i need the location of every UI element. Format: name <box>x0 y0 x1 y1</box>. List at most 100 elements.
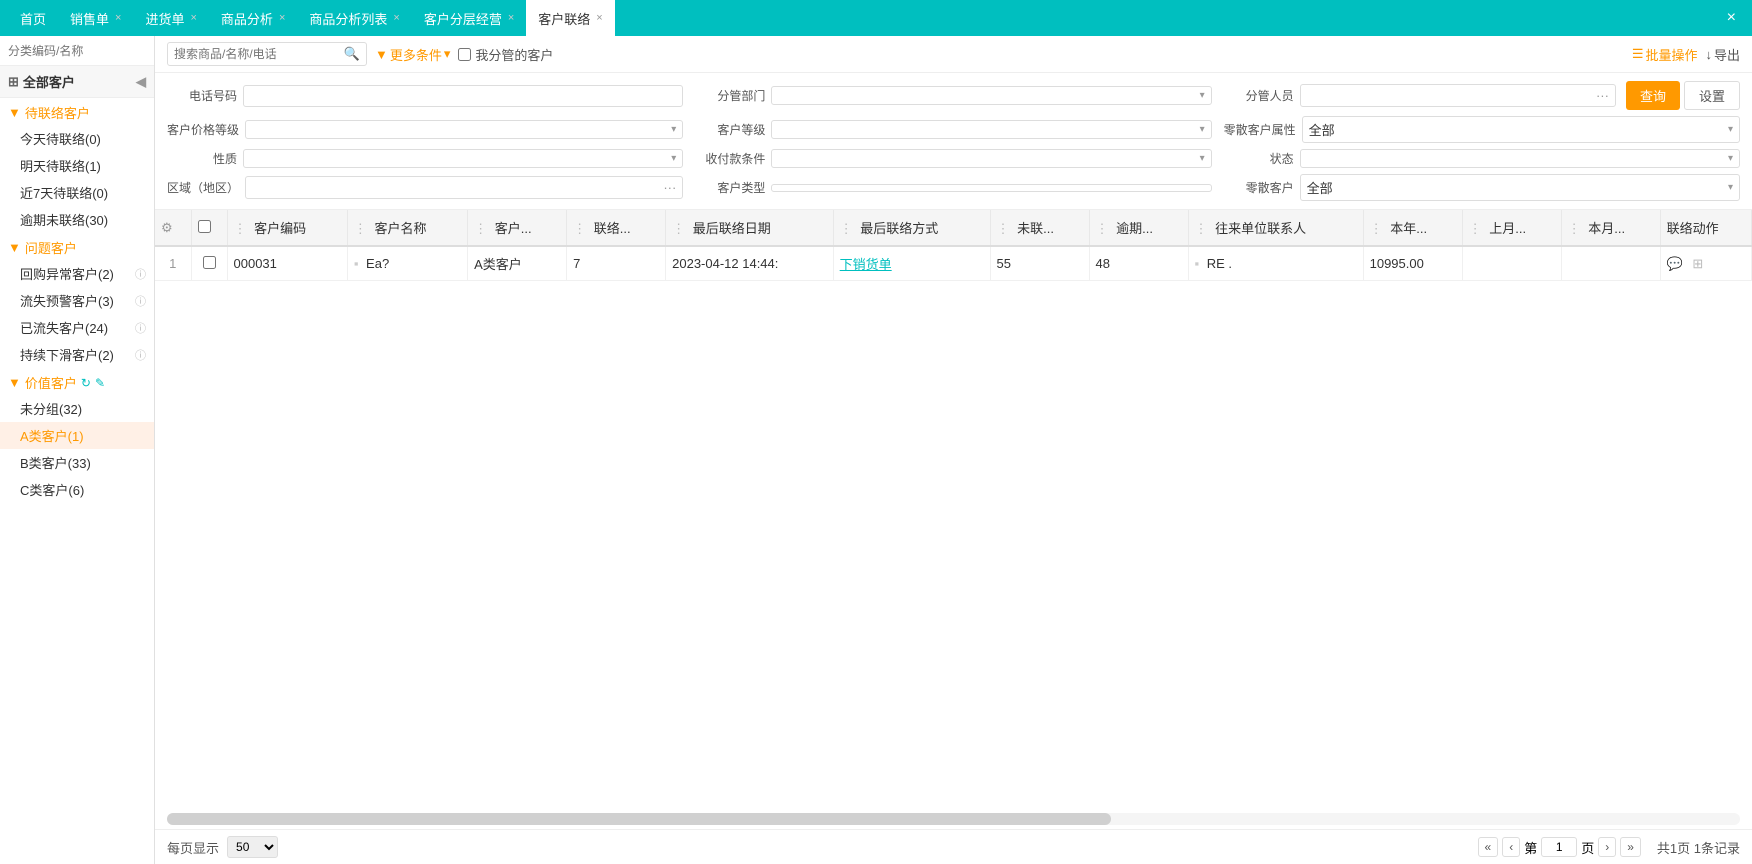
this-year-cell: 10995.00 <box>1363 246 1462 281</box>
customer-level-select[interactable]: ▾ <box>771 120 1211 139</box>
sidebar-item-abnormal-repurchase[interactable]: 回购异常客户(2) ⓘ <box>0 260 154 287</box>
group-value-customers[interactable]: ▼ 价值客户 ↻ ✎ <box>0 368 154 395</box>
nature-select[interactable]: ▾ <box>243 149 683 168</box>
close-purchase-order[interactable]: × <box>190 12 196 24</box>
toolbar-search-input[interactable] <box>174 47 344 61</box>
info-icon-2: ⓘ <box>135 293 146 309</box>
nav-customer-contact[interactable]: 客户联络 × <box>526 0 614 36</box>
settings-icon[interactable]: ⚙ <box>161 220 173 235</box>
col-customer-type: ⋮ 客户... <box>468 210 567 246</box>
pagination: « ‹ 第 页 › » <box>1478 837 1641 857</box>
sidebar-item-c-class[interactable]: C类客户(6) <box>0 476 154 503</box>
customer-type-cell: A类客户 <box>468 246 567 281</box>
retail-select[interactable]: 全部 ▾ <box>1300 174 1740 201</box>
group-problem-customers[interactable]: ▼ 问题客户 <box>0 233 154 260</box>
nav-sales-order[interactable]: 销售单 × <box>58 0 133 36</box>
select-all-checkbox[interactable] <box>198 220 211 233</box>
filter-price-level: 客户价格等级 ▾ <box>167 116 683 143</box>
last-month-cell <box>1462 246 1561 281</box>
export-btn[interactable]: ↓ 导出 <box>1705 45 1740 64</box>
dept-select[interactable]: ▾ <box>771 86 1211 105</box>
last-contact-date-cell: 2023-04-12 14:44: <box>666 246 834 281</box>
col-last-contact-method: ⋮ 最后联络方式 <box>833 210 990 246</box>
query-button[interactable]: 查询 <box>1626 81 1680 110</box>
row-checkbox[interactable] <box>203 256 216 269</box>
scrollbar-thumb[interactable] <box>167 813 1111 825</box>
info-icon: ⓘ <box>135 266 146 282</box>
nav-purchase-order[interactable]: 进货单 × <box>133 0 208 36</box>
customer-type-select[interactable] <box>771 184 1211 192</box>
col-contact-count: ⋮ 联络... <box>567 210 666 246</box>
all-customers-header[interactable]: ⊞ 全部客户 ◀ <box>0 66 154 98</box>
chevron-down-icon-6: ▾ <box>1200 153 1205 164</box>
horizontal-scrollbar[interactable] <box>155 809 1752 829</box>
close-sales-order[interactable]: × <box>115 12 121 24</box>
next-page-btn[interactable]: › <box>1598 837 1616 857</box>
contact-method-link[interactable]: 下销货单 <box>840 257 892 272</box>
chat-icon[interactable]: 💬 <box>1667 256 1683 271</box>
sidebar-item-churn-warning[interactable]: 流失预警客户(3) ⓘ <box>0 287 154 314</box>
chevron-down-icon-2: ▾ <box>671 124 676 135</box>
sidebar-item-today[interactable]: 今天待联络(0) <box>0 125 154 152</box>
toolbar-right: ☰ 批量操作 ↓ 导出 <box>1632 45 1740 64</box>
toolbar-search-box[interactable]: 🔍 <box>167 42 367 66</box>
sidebar-item-overdue[interactable]: 逾期未联络(30) <box>0 206 154 233</box>
close-product-analysis-list[interactable]: × <box>393 12 399 24</box>
status-select[interactable]: ▾ <box>1300 149 1740 168</box>
customer-name-cell: ▪ Ea? <box>347 246 467 281</box>
sidebar-item-7days[interactable]: 近7天待联络(0) <box>0 179 154 206</box>
sidebar-search-input[interactable] <box>8 44 155 58</box>
col-last-contact-date: ⋮ 最后联络日期 <box>666 210 834 246</box>
per-page-select[interactable]: 50 100 200 <box>227 836 278 858</box>
col-actions: 联络动作 <box>1660 210 1751 246</box>
filter-customer-level: 客户等级 ▾ <box>695 116 1211 143</box>
price-level-select[interactable]: ▾ <box>245 120 683 139</box>
filter-nature: 性质 ▾ <box>167 149 683 168</box>
setting-button[interactable]: 设置 <box>1684 81 1740 110</box>
qr-icon[interactable]: ⊞ <box>1692 256 1703 271</box>
close-customer-contact[interactable]: × <box>596 12 602 24</box>
retail-attr-select[interactable]: 全部 ▾ <box>1302 116 1740 143</box>
page-number-input[interactable] <box>1541 837 1577 857</box>
sidebar-item-declining[interactable]: 持续下滑客户(2) ⓘ <box>0 341 154 368</box>
edit-group-icon[interactable]: ✎ <box>95 376 105 390</box>
filter-dept: 分管部门 ▾ <box>695 81 1211 110</box>
col-settings: ⚙ <box>155 210 191 246</box>
filter-more-btn[interactable]: ▼ 更多条件 ▾ <box>375 45 450 64</box>
nav-product-analysis-list[interactable]: 商品分析列表 × <box>297 0 411 36</box>
prev-page-btn[interactable]: ‹ <box>1502 837 1520 857</box>
last-page-btn[interactable]: » <box>1620 837 1641 857</box>
scrollbar-track[interactable] <box>167 813 1740 825</box>
group-pending-contact[interactable]: ▼ 待联络客户 <box>0 98 154 125</box>
sidebar-item-tomorrow[interactable]: 明天待联络(1) <box>0 152 154 179</box>
close-product-analysis[interactable]: × <box>279 12 285 24</box>
nav-customer-segment[interactable]: 客户分层经营 × <box>412 0 526 36</box>
nav-product-analysis[interactable]: 商品分析 × <box>209 0 297 36</box>
first-page-btn[interactable]: « <box>1478 837 1499 857</box>
close-customer-segment[interactable]: × <box>508 12 514 24</box>
sidebar-item-a-class[interactable]: A类客户(1) <box>0 422 154 449</box>
global-close-button[interactable]: × <box>1719 9 1744 27</box>
col-this-year: ⋮ 本年... <box>1363 210 1462 246</box>
region-select[interactable]: ··· <box>245 176 683 199</box>
info-icon-4: ⓘ <box>135 347 146 363</box>
customer-code-cell: 000031 <box>227 246 347 281</box>
contact-avatar: ▪ <box>1195 256 1200 271</box>
phone-input[interactable] <box>243 85 683 107</box>
payment-select[interactable]: ▾ <box>771 149 1211 168</box>
person-select[interactable]: ··· <box>1300 84 1616 107</box>
sidebar-item-b-class[interactable]: B类客户(33) <box>0 449 154 476</box>
my-customer-checkbox[interactable]: 我分管的客户 <box>458 45 553 64</box>
sidebar-item-churned[interactable]: 已流失客户(24) ⓘ <box>0 314 154 341</box>
sidebar-item-ungrouped[interactable]: 未分组(32) <box>0 395 154 422</box>
avatar-placeholder: ▪ <box>354 256 359 271</box>
nav-home[interactable]: 首页 <box>8 0 58 36</box>
data-table-wrapper: ⚙ ⋮ 客户编码 ⋮ 客户名称 <box>155 210 1752 809</box>
filter-retail: 零散客户 全部 ▾ <box>1224 174 1740 201</box>
batch-operation-btn[interactable]: ☰ 批量操作 <box>1632 45 1698 64</box>
grid-icon: ⊞ <box>8 74 19 90</box>
action-icons-cell: 💬 ⊞ <box>1660 246 1751 281</box>
arrow-icon: ▼ <box>8 105 21 120</box>
my-customer-check[interactable] <box>458 48 471 61</box>
refresh-icon[interactable]: ↻ <box>81 376 91 390</box>
